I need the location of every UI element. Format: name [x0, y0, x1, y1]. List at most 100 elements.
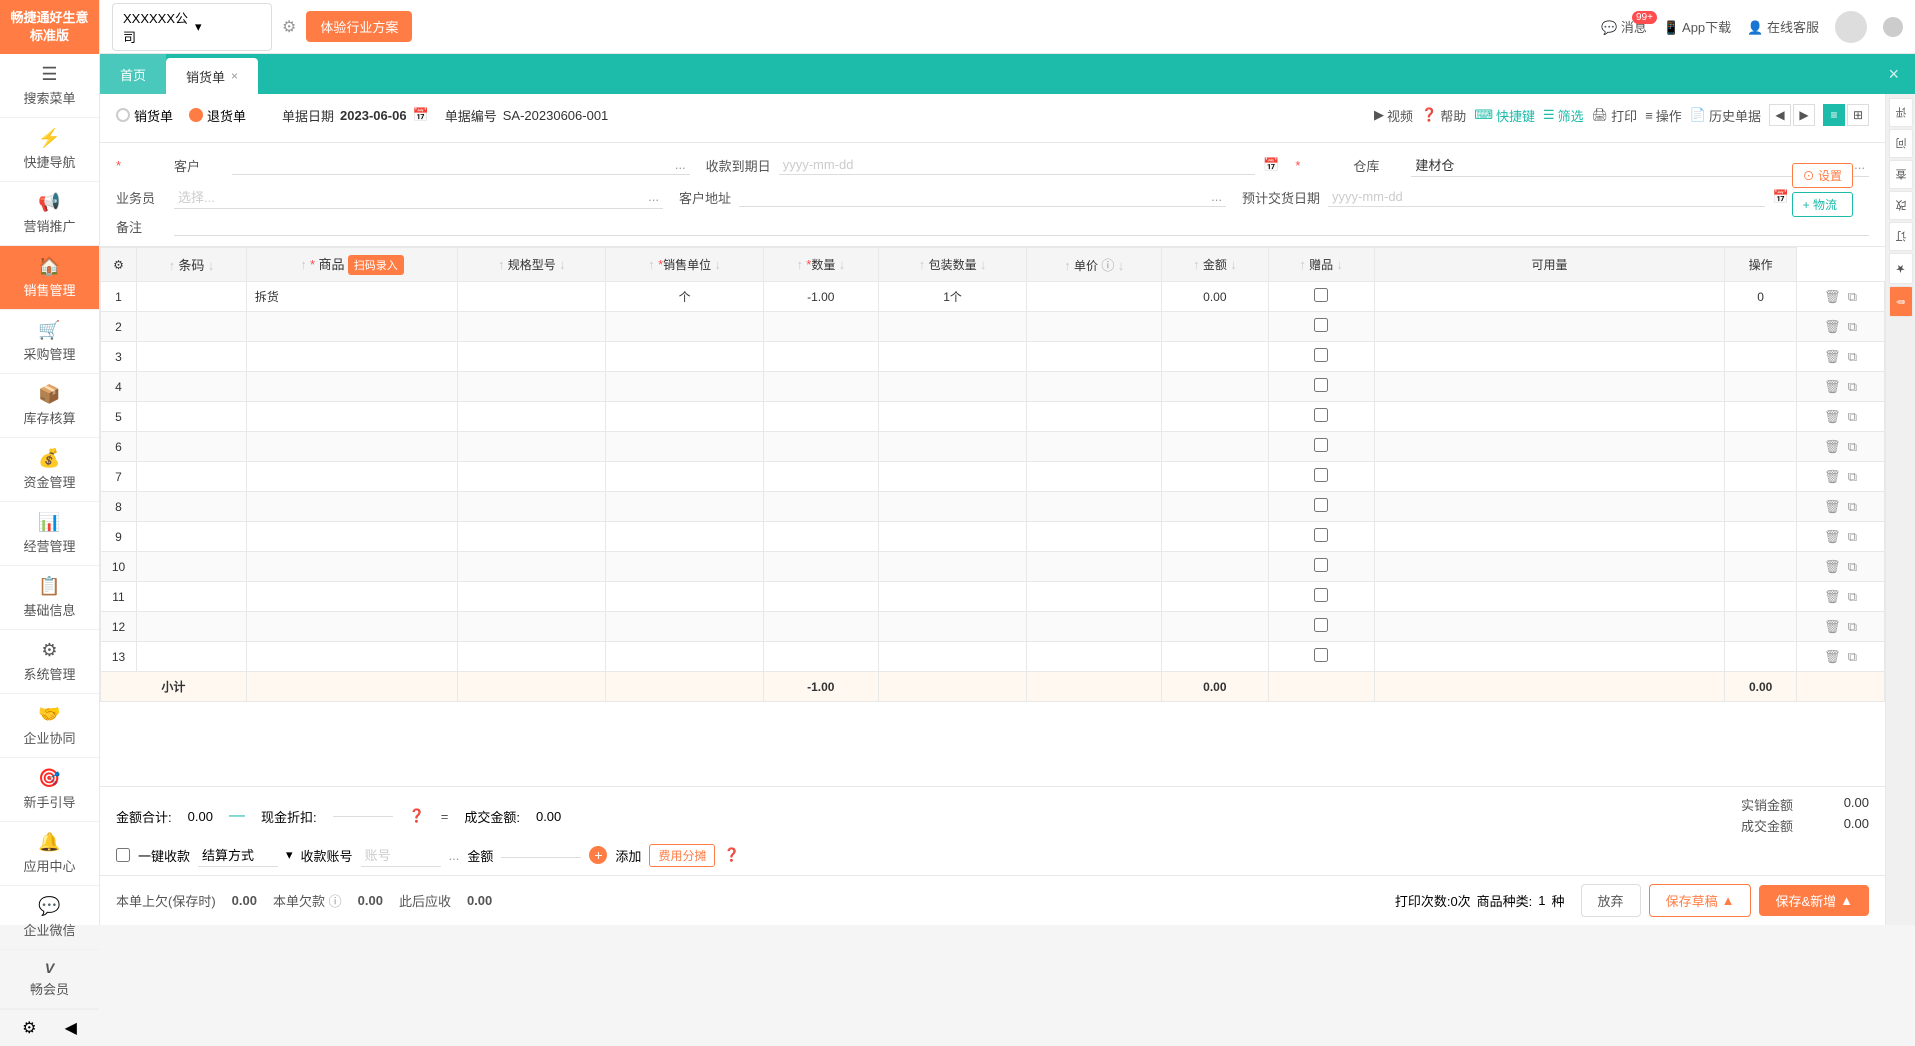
copy-icon[interactable]: ⧉	[1848, 439, 1857, 454]
delete-icon[interactable]: 🗑	[1824, 469, 1841, 484]
row-gift[interactable]	[1268, 612, 1374, 642]
row-price[interactable]	[1027, 402, 1162, 432]
amount-pay-input[interactable]	[501, 853, 581, 858]
copy-icon[interactable]: ⧉	[1848, 529, 1857, 544]
row-product[interactable]	[246, 642, 457, 672]
row-unit[interactable]	[606, 372, 763, 402]
delete-icon[interactable]: 🗑	[1824, 289, 1841, 304]
row-unit[interactable]	[606, 642, 763, 672]
receivable-date-calendar[interactable]: 📅	[1263, 157, 1279, 173]
row-qty[interactable]	[763, 402, 878, 432]
row-pkg-qty[interactable]: 1个	[878, 282, 1026, 312]
row-qty[interactable]: -1.00	[763, 282, 878, 312]
row-qty[interactable]	[763, 312, 878, 342]
row-unit[interactable]	[606, 492, 763, 522]
row-gift[interactable]	[1268, 582, 1374, 612]
row-gift[interactable]	[1268, 342, 1374, 372]
delete-icon[interactable]: 🗑	[1824, 349, 1841, 364]
row-amount[interactable]	[1162, 462, 1268, 492]
copy-icon[interactable]: ⧉	[1848, 499, 1857, 514]
message-badge[interactable]: 💬 消息 99+	[1601, 17, 1647, 36]
row-price[interactable]	[1027, 432, 1162, 462]
row-barcode[interactable]	[137, 462, 247, 492]
row-product[interactable]: 拆货	[246, 282, 457, 312]
online-service-link[interactable]: 👤 在线客服	[1747, 17, 1819, 36]
row-price[interactable]	[1027, 642, 1162, 672]
row-pkg-qty[interactable]	[878, 342, 1026, 372]
copy-icon[interactable]: ⧉	[1848, 409, 1857, 424]
row-qty[interactable]	[763, 462, 878, 492]
row-barcode[interactable]	[137, 402, 247, 432]
row-spec[interactable]	[458, 522, 606, 552]
print-btn[interactable]: 🖨 打印	[1592, 106, 1638, 125]
row-qty[interactable]	[763, 612, 878, 642]
row-amount[interactable]: 0.00	[1162, 282, 1268, 312]
filter-btn[interactable]: ☰ 筛选	[1543, 106, 1584, 125]
row-amount[interactable]	[1162, 312, 1268, 342]
delete-icon[interactable]: 🗑	[1824, 619, 1841, 634]
row-unit[interactable]: 个	[606, 282, 763, 312]
row-price[interactable]	[1027, 522, 1162, 552]
row-gift[interactable]	[1268, 312, 1374, 342]
settings-button[interactable]: ⊙ 设置	[1792, 163, 1853, 188]
sidebar-item-app-center[interactable]: 🔔 应用中心	[0, 822, 99, 886]
row-spec[interactable]	[458, 552, 606, 582]
company-selector[interactable]: XXXXXX公司 ▾	[112, 3, 272, 51]
note-input[interactable]	[174, 218, 1869, 236]
delete-icon[interactable]: 🗑	[1824, 529, 1841, 544]
row-qty[interactable]	[763, 492, 878, 522]
row-spec[interactable]	[458, 612, 606, 642]
delete-icon[interactable]: 🗑	[1824, 379, 1841, 394]
row-spec[interactable]	[458, 402, 606, 432]
rp-tab-3[interactable]: 查	[1889, 160, 1913, 189]
tab-home[interactable]: 首页	[100, 54, 166, 94]
row-price[interactable]	[1027, 492, 1162, 522]
rp-tab-4[interactable]: 改	[1889, 191, 1913, 220]
row-barcode[interactable]	[137, 552, 247, 582]
topbar-gear-icon[interactable]: ⚙	[282, 17, 296, 37]
row-gift[interactable]	[1268, 522, 1374, 552]
rp-tab-6[interactable]: ★	[1889, 253, 1913, 284]
row-gift[interactable]	[1268, 492, 1374, 522]
help-btn[interactable]: ❓ 帮助	[1421, 106, 1466, 125]
copy-icon[interactable]: ⧉	[1848, 349, 1857, 364]
row-amount[interactable]	[1162, 342, 1268, 372]
rp-tab-2[interactable]: 问	[1889, 129, 1913, 158]
row-unit[interactable]	[606, 402, 763, 432]
row-price[interactable]	[1027, 282, 1162, 312]
row-product[interactable]	[246, 492, 457, 522]
row-barcode[interactable]	[137, 612, 247, 642]
delete-icon[interactable]: 🗑	[1824, 559, 1841, 574]
row-price[interactable]	[1027, 582, 1162, 612]
copy-icon[interactable]: ⧉	[1848, 319, 1857, 334]
row-spec[interactable]	[458, 582, 606, 612]
tab-close-icon[interactable]: ×	[231, 69, 238, 83]
row-spec[interactable]	[458, 282, 606, 312]
row-barcode[interactable]	[137, 582, 247, 612]
row-amount[interactable]	[1162, 552, 1268, 582]
row-qty[interactable]	[763, 432, 878, 462]
salesman-input[interactable]: 选择... ...	[174, 185, 663, 209]
view-grid-icon[interactable]: ⊞	[1847, 104, 1869, 126]
row-spec[interactable]	[458, 342, 606, 372]
action-btn[interactable]: ≡ 操作	[1645, 106, 1682, 125]
row-product[interactable]	[246, 342, 457, 372]
delete-icon[interactable]: 🗑	[1824, 649, 1841, 664]
main-close-icon[interactable]: ×	[1872, 54, 1915, 94]
sidebar-item-member[interactable]: V 畅会员	[0, 950, 99, 1009]
row-gift[interactable]	[1268, 462, 1374, 492]
copy-icon[interactable]: ⧉	[1848, 649, 1857, 664]
row-spec[interactable]	[458, 642, 606, 672]
flow-button[interactable]: + 物流	[1792, 192, 1853, 217]
chevron-settlement[interactable]: ▾	[286, 847, 293, 863]
row-gift[interactable]	[1268, 642, 1374, 672]
row-amount[interactable]	[1162, 432, 1268, 462]
row-spec[interactable]	[458, 372, 606, 402]
row-gift[interactable]	[1268, 432, 1374, 462]
row-pkg-qty[interactable]	[878, 432, 1026, 462]
copy-icon[interactable]: ⧉	[1848, 469, 1857, 484]
row-barcode[interactable]	[137, 312, 247, 342]
row-unit[interactable]	[606, 522, 763, 552]
sidebar-item-system[interactable]: ⚙ 系统管理	[0, 630, 99, 694]
delete-icon[interactable]: 🗑	[1824, 499, 1841, 514]
